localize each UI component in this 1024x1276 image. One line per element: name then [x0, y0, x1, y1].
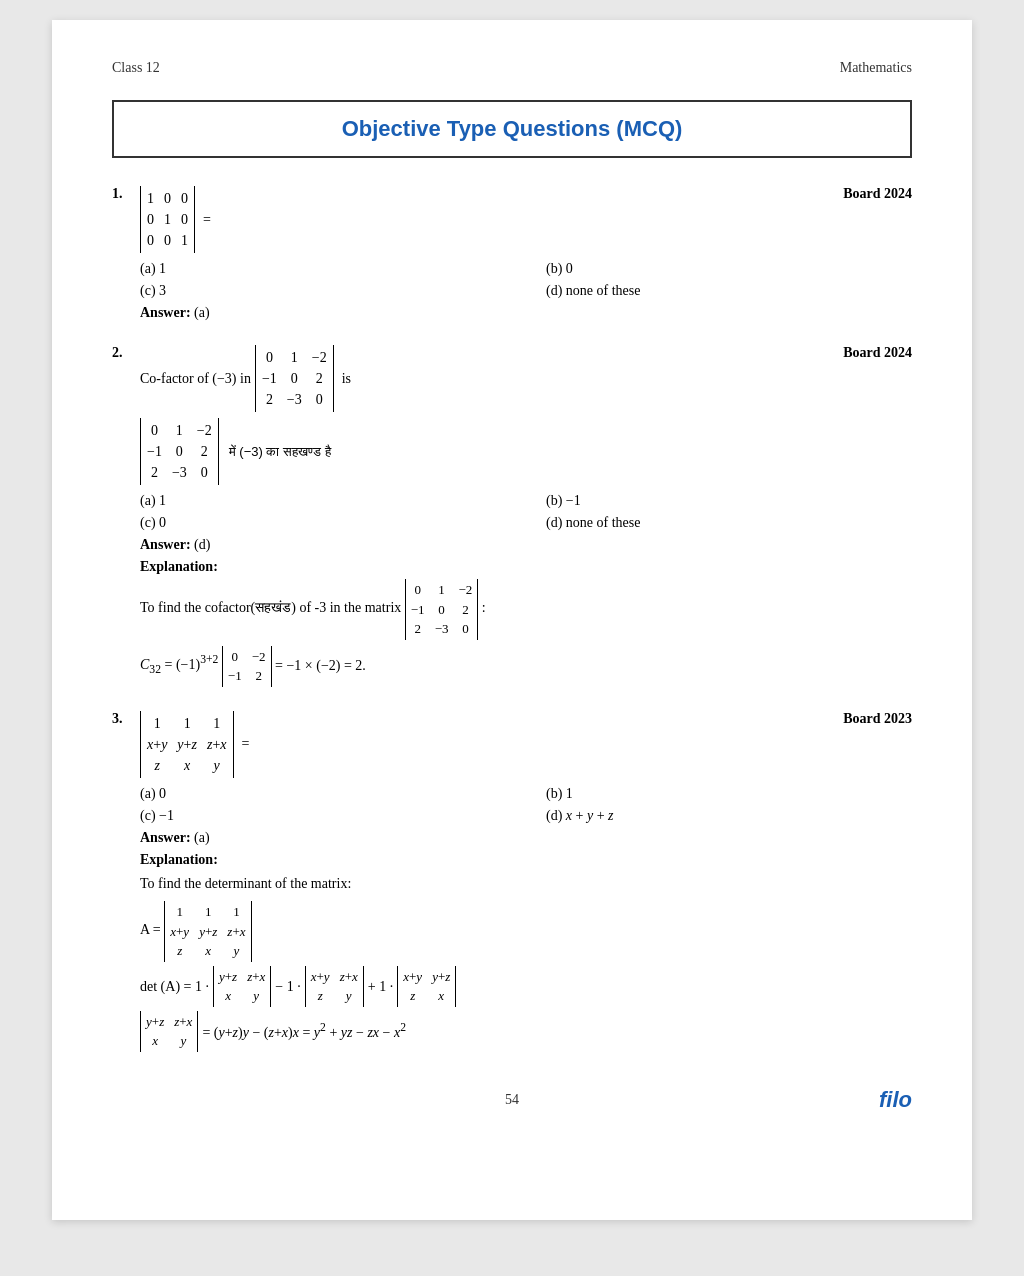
q2-matrix: 01−2 −102 2−30 — [255, 345, 334, 412]
q2-matrix-hindi: 01−2 −102 2−30 — [140, 418, 219, 485]
question-2-row: 2. Co-factor of (−3) in 01−2 −102 2−30 i… — [112, 345, 912, 412]
q2-hindi-row: 01−2 −102 2−30 में (−3) का सहखण्ड है — [140, 418, 912, 485]
question-1-content: 1. 100 010 001 = — [112, 186, 843, 253]
q1-matrix-values: 100 010 001 — [140, 186, 195, 253]
question-3: 3. 111 x+yy+zz+x zxy = Board 2023 (a) 0 … — [112, 711, 912, 1052]
q3-opt-c: (c) −1 — [140, 808, 506, 824]
q3-answer-val: (a) — [194, 830, 210, 845]
q3-opt-a: (a) 0 — [140, 786, 506, 802]
q1-answer-val: (a) — [194, 305, 210, 320]
q3-matrix: 111 x+yy+zz+x zxy — [140, 711, 234, 778]
q3-exp-intro: To find the determinant of the matrix: — [140, 872, 912, 896]
q2-num: 2. — [112, 345, 130, 361]
q3-exp-title: Explanation: — [140, 852, 912, 868]
page-header: Class 12 Mathematics — [112, 60, 912, 76]
q2-answer-val: (d) — [194, 537, 210, 552]
q2-text-content: Co-factor of (−3) in 01−2 −102 2−30 is — [140, 345, 351, 412]
question-3-row: 3. 111 x+yy+zz+x zxy = Board 2023 — [112, 711, 912, 778]
q1-opt-b: (b) 0 — [546, 261, 912, 277]
q2-formula-matrix: 0−2 −12 — [222, 646, 272, 687]
q3-minor3: x+yy+z zx — [397, 966, 456, 1007]
subject-label: Mathematics — [840, 60, 912, 76]
q3-matrix-values: 111 x+yy+zz+x zxy — [140, 711, 234, 778]
q1-opt-a: (a) 1 — [140, 261, 506, 277]
q2-exp-matrix: 01−2 −102 2−30 — [405, 579, 479, 640]
q3-minor2: x+yz+x zy — [305, 966, 364, 1007]
q3-step2-matrix: y+zz+x xy — [140, 1011, 198, 1052]
q3-opt-d: (d) x + y + z — [546, 808, 912, 824]
question-2: 2. Co-factor of (−3) in 01−2 −102 2−30 i… — [112, 345, 912, 687]
q3-det-step2: y+zz+x xy = (y+z)y − (z+x)x = y2 + yz − … — [140, 1011, 912, 1052]
q2-matrix-values: 01−2 −102 2−30 — [255, 345, 334, 412]
q2-hindi-text: में (−3) का सहखण्ड है — [229, 444, 331, 460]
q3-exp-matrix: 111 x+yy+zz+x zxy — [164, 901, 251, 962]
q3-matrix-A: A = 111 x+yy+zz+x zxy — [140, 901, 912, 962]
page-footer: 54 filo — [112, 1092, 912, 1108]
q2-options: (a) 1 (b) −1 (c) 0 (d) none of these — [140, 493, 912, 531]
q2-opt-b: (b) −1 — [546, 493, 912, 509]
q2-opt-a: (a) 1 — [140, 493, 506, 509]
section-title-box: Objective Type Questions (MCQ) — [112, 100, 912, 158]
q3-num: 3. — [112, 711, 130, 727]
q3-explanation: Explanation: To find the determinant of … — [140, 852, 912, 1052]
q2-exp-title: Explanation: — [140, 559, 912, 575]
q3-minor1: y+zz+x xy — [213, 966, 271, 1007]
q2-explanation: Explanation: To find the cofactor(सहखंड)… — [140, 559, 912, 687]
q1-answer: Answer: (a) — [140, 305, 912, 321]
q3-answer: Answer: (a) — [140, 830, 912, 846]
q2-exp-text: To find the cofactor(सहखंड) of -3 in the… — [140, 579, 912, 640]
q3-det-expansion: det (A) = 1 · y+zz+x xy − 1 · x+yz+x zy … — [140, 966, 912, 1007]
q2-matrix-hindi-vals: 01−2 −102 2−30 — [140, 418, 219, 485]
q1-board: Board 2024 — [843, 186, 912, 202]
q3-board: Board 2023 — [843, 711, 912, 727]
page-number: 54 — [505, 1092, 519, 1108]
filo-logo: filo — [879, 1087, 912, 1113]
q1-options: (a) 1 (b) 0 (c) 3 (d) none of these — [140, 261, 912, 299]
class-label: Class 12 — [112, 60, 160, 76]
section-title: Objective Type Questions (MCQ) — [134, 116, 890, 142]
q1-matrix: 100 010 001 — [140, 186, 195, 253]
q2-answer: Answer: (d) — [140, 537, 912, 553]
q1-num: 1. — [112, 186, 130, 202]
q3-matrix-content: 111 x+yy+zz+x zxy = — [140, 711, 249, 778]
q2-opt-d: (d) none of these — [546, 515, 912, 531]
q1-opt-d: (d) none of these — [546, 283, 912, 299]
page: Class 12 Mathematics Objective Type Ques… — [52, 20, 972, 1220]
q3-options: (a) 0 (b) 1 (c) −1 (d) x + y + z — [140, 786, 912, 824]
q2-board: Board 2024 — [843, 345, 912, 361]
q2-opt-c: (c) 0 — [140, 515, 506, 531]
q3-opt-b: (b) 1 — [546, 786, 912, 802]
q2-formula: C32 = (−1)3+2 0−2 −12 = −1 × (−2) = 2. — [140, 646, 912, 687]
question-2-content: 2. Co-factor of (−3) in 01−2 −102 2−30 i… — [112, 345, 843, 412]
question-1: 1. 100 010 001 = Board 2024 (a) 1 (b) 0 … — [112, 186, 912, 321]
question-3-content: 3. 111 x+yy+zz+x zxy = — [112, 711, 843, 778]
q1-opt-c: (c) 3 — [140, 283, 506, 299]
question-1-row: 1. 100 010 001 = Board 2024 — [112, 186, 912, 253]
q1-matrix-content: 100 010 001 = — [140, 186, 211, 253]
